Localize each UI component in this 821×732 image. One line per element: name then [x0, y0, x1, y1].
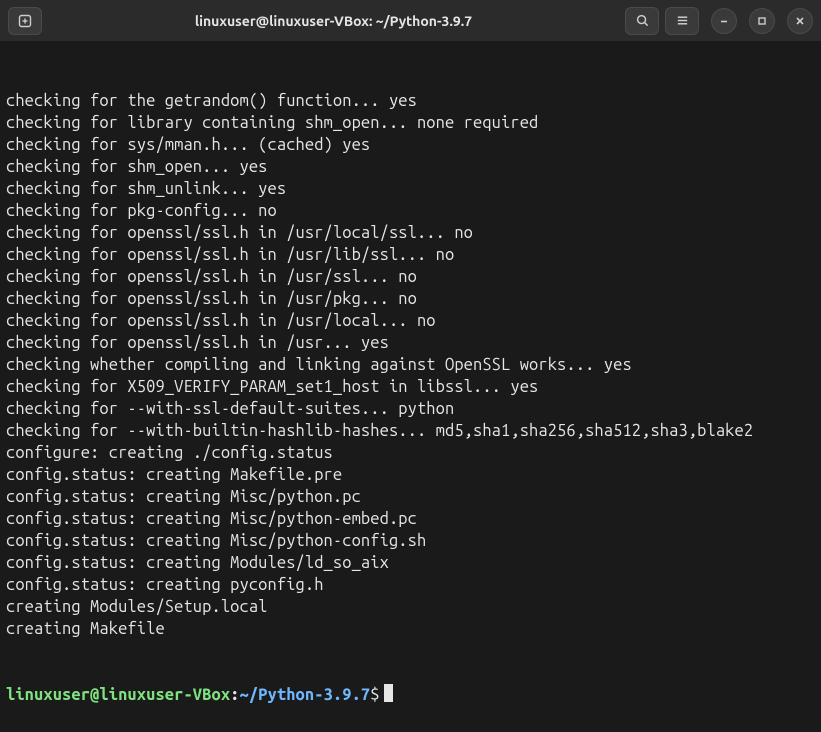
- terminal-line: checking for the getrandom() function...…: [6, 90, 815, 112]
- terminal-line: checking for openssl/ssl.h in /usr... ye…: [6, 332, 815, 354]
- terminal-line: checking for shm_open... yes: [6, 156, 815, 178]
- prompt-user-host: linuxuser@linuxuser-VBox: [6, 686, 230, 704]
- close-button[interactable]: [787, 8, 813, 34]
- terminal-output[interactable]: checking for the getrandom() function...…: [0, 42, 821, 732]
- terminal-line: checking for shm_unlink... yes: [6, 178, 815, 200]
- prompt-line: linuxuser@linuxuser-VBox:~/Python-3.9.7$: [6, 684, 815, 706]
- terminal-line: creating Modules/Setup.local: [6, 596, 815, 618]
- terminal-line: config.status: creating Misc/python.pc: [6, 486, 815, 508]
- terminal-line: checking for sys/mman.h... (cached) yes: [6, 134, 815, 156]
- terminal-line: config.status: creating pyconfig.h: [6, 574, 815, 596]
- terminal-line: config.status: creating Misc/python-embe…: [6, 508, 815, 530]
- terminal-line: checking for openssl/ssl.h in /usr/local…: [6, 310, 815, 332]
- search-button[interactable]: [625, 7, 659, 35]
- terminal-line: checking for --with-ssl-default-suites..…: [6, 398, 815, 420]
- search-icon: [635, 13, 650, 28]
- terminal-line: checking whether compiling and linking a…: [6, 354, 815, 376]
- maximize-button[interactable]: [749, 8, 775, 34]
- terminal-line: config.status: creating Modules/ld_so_ai…: [6, 552, 815, 574]
- terminal-line: config.status: creating Misc/python-conf…: [6, 530, 815, 552]
- terminal-line: checking for library containing shm_open…: [6, 112, 815, 134]
- window-title: linuxuser@linuxuser-VBox: ~/Python-3.9.7: [48, 13, 619, 29]
- terminal-line: creating Makefile: [6, 618, 815, 640]
- prompt-dollar: $: [370, 686, 379, 704]
- maximize-icon: [756, 15, 768, 27]
- close-icon: [794, 15, 806, 27]
- hamburger-icon: [675, 13, 690, 28]
- terminal-line: configure: creating ./config.status: [6, 442, 815, 464]
- terminal-line: checking for openssl/ssl.h in /usr/pkg..…: [6, 288, 815, 310]
- terminal-line: checking for openssl/ssl.h in /usr/ssl..…: [6, 266, 815, 288]
- terminal-line: checking for --with-builtin-hashlib-hash…: [6, 420, 815, 442]
- new-tab-icon: [17, 13, 33, 29]
- prompt-colon: :: [230, 686, 239, 704]
- titlebar: linuxuser@linuxuser-VBox: ~/Python-3.9.7: [0, 0, 821, 42]
- minimize-icon: [718, 15, 730, 27]
- terminal-line: checking for openssl/ssl.h in /usr/lib/s…: [6, 244, 815, 266]
- terminal-lines: checking for the getrandom() function...…: [6, 90, 815, 640]
- menu-button[interactable]: [665, 7, 699, 35]
- prompt-path: ~/Python-3.9.7: [240, 686, 371, 704]
- minimize-button[interactable]: [711, 8, 737, 34]
- terminal-line: checking for X509_VERIFY_PARAM_set1_host…: [6, 376, 815, 398]
- terminal-line: checking for openssl/ssl.h in /usr/local…: [6, 222, 815, 244]
- new-tab-button[interactable]: [8, 7, 42, 35]
- terminal-line: config.status: creating Makefile.pre: [6, 464, 815, 486]
- terminal-line: checking for pkg-config... no: [6, 200, 815, 222]
- cursor: [384, 684, 393, 702]
